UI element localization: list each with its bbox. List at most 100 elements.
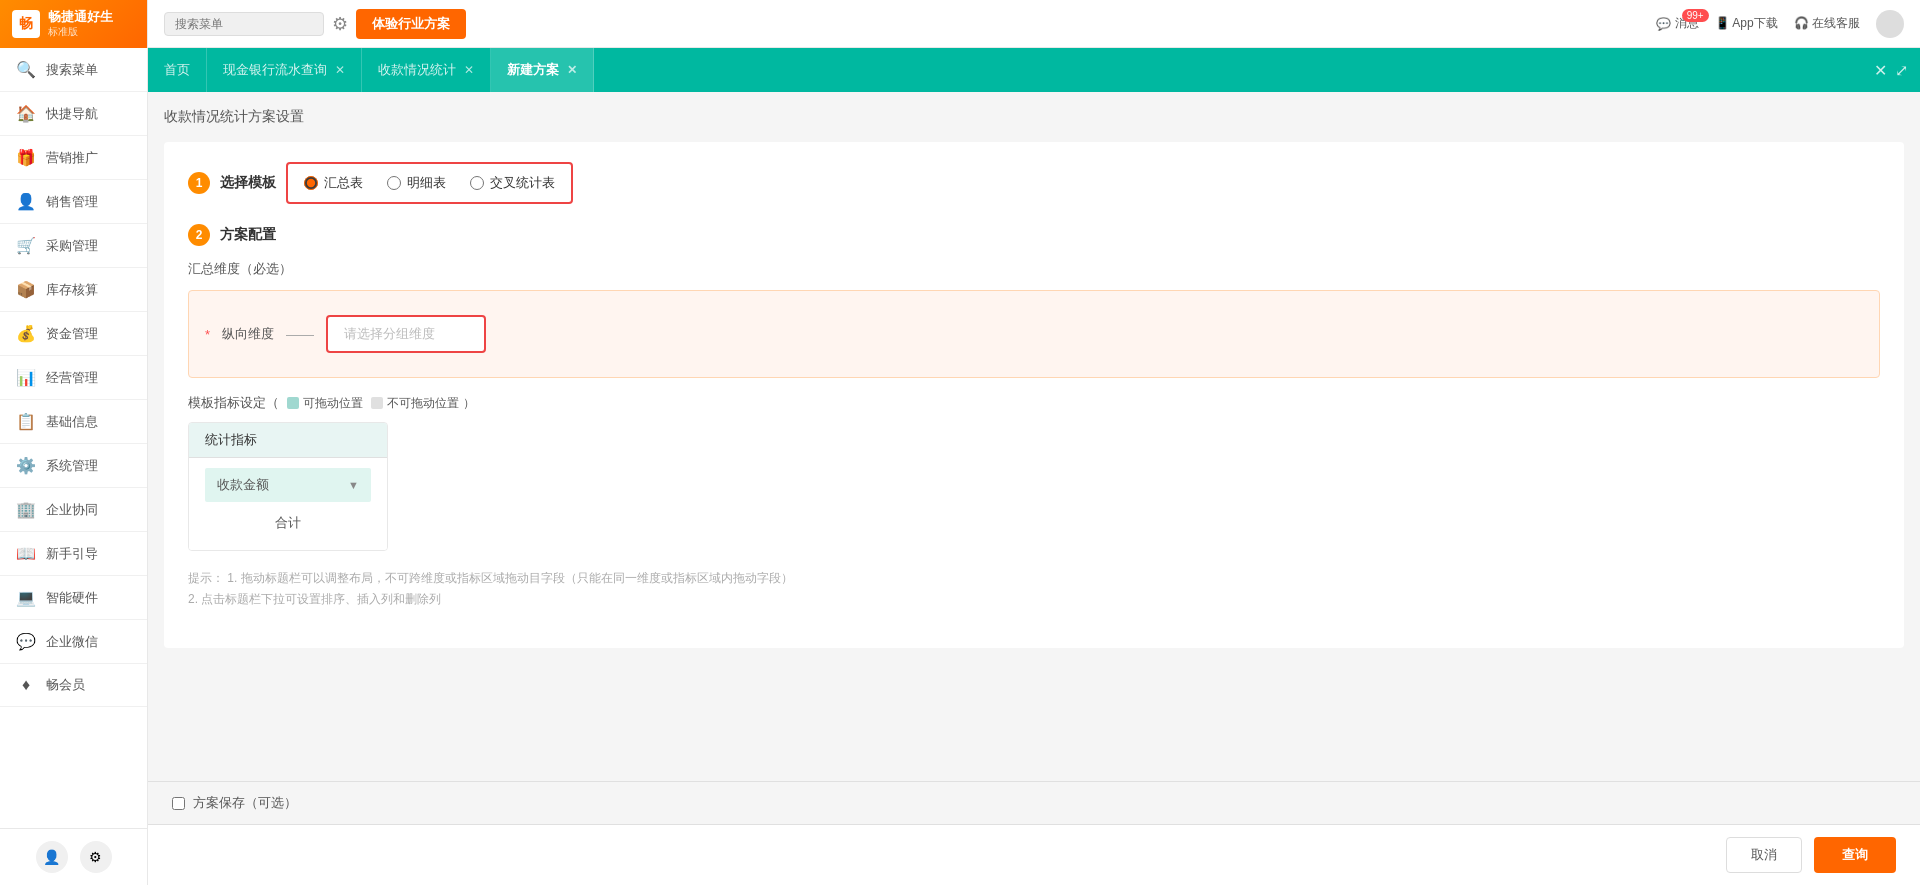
step1-title: 选择模板 (220, 174, 276, 192)
sidebar-item-wechat[interactable]: 💬 企业微信 (0, 620, 147, 664)
sidebar-item-sales[interactable]: 👤 销售管理 (0, 180, 147, 224)
metrics-header-label: 统计指标 (205, 431, 257, 449)
metrics-column-row[interactable]: 收款金额 ▼ (205, 468, 371, 502)
sidebar-item-label: 搜索菜单 (46, 61, 98, 79)
dimension-select-box[interactable]: 请选择分组维度 (326, 315, 486, 353)
search-menu-input[interactable] (164, 12, 324, 36)
dimension-row: * 纵向维度 —— 请选择分组维度 (205, 315, 1863, 353)
sidebar-item-operations[interactable]: 📊 经营管理 (0, 356, 147, 400)
sidebar-item-hardware[interactable]: 💻 智能硬件 (0, 576, 147, 620)
no-drag-indicator (371, 397, 383, 409)
content-area: 收款情况统计方案设置 1 选择模板 汇总表 (148, 92, 1920, 781)
drag-indicator (287, 397, 299, 409)
sidebar-item-marketing[interactable]: 🎁 营销推广 (0, 136, 147, 180)
sidebar-item-label: 系统管理 (46, 457, 98, 475)
purchase-icon: 🛒 (16, 236, 36, 255)
tab-bar: 首页 现金银行流水查询 ✕ 收款情况统计 ✕ 新建方案 ✕ ✕ ⤢ (148, 48, 1920, 92)
sidebar-item-label: 畅会员 (46, 676, 85, 694)
tips-section: 提示： 1. 拖动标题栏可以调整布局，不可跨维度或指标区域拖动目字段（只能在同一… (188, 570, 1880, 608)
tab-bank-flow-label: 现金银行流水查询 (223, 61, 327, 79)
radio-detail[interactable]: 明细表 (387, 174, 446, 192)
sidebar-item-quick-nav[interactable]: 🏠 快捷导航 (0, 92, 147, 136)
online-service-label: 在线客服 (1812, 16, 1860, 30)
query-button[interactable]: 查询 (1814, 837, 1896, 873)
user-info[interactable] (1876, 10, 1904, 38)
sidebar-item-basic-info[interactable]: 📋 基础信息 (0, 400, 147, 444)
app-download-link[interactable]: 📱 App下载 (1715, 15, 1778, 32)
search-menu-icon: 🔍 (16, 60, 36, 79)
sidebar-logo: 畅 畅捷通好生 标准版 (0, 0, 147, 48)
tab-home[interactable]: 首页 (148, 48, 207, 92)
tab-new-plan-label: 新建方案 (507, 61, 559, 79)
tab-new-plan-close[interactable]: ✕ (567, 63, 577, 77)
metrics-header-row: 模板指标设定（ 可拖动位置 不可拖动位置 ） (188, 394, 1880, 412)
sales-icon: 👤 (16, 192, 36, 211)
tab-receipt-stats[interactable]: 收款情况统计 ✕ (362, 48, 491, 92)
sidebar-item-member[interactable]: ♦ 畅会员 (0, 664, 147, 707)
metrics-table-body: 收款金额 ▼ 合计 (189, 458, 387, 550)
radio-summary-input[interactable] (304, 176, 318, 190)
hardware-icon: 💻 (16, 588, 36, 607)
step1-number: 1 (188, 172, 210, 194)
sidebar-nav: 🔍 搜索菜单 🏠 快捷导航 🎁 营销推广 👤 销售管理 🛒 采购管理 📦 库存核… (0, 48, 147, 828)
radio-cross-label: 交叉统计表 (490, 174, 555, 192)
save-checkbox-label[interactable]: 方案保存（可选） (172, 794, 297, 812)
radio-detail-label: 明细表 (407, 174, 446, 192)
step2-number: 2 (188, 224, 210, 246)
sidebar-item-label: 营销推广 (46, 149, 98, 167)
radio-detail-input[interactable] (387, 176, 401, 190)
sidebar-item-system[interactable]: ⚙️ 系统管理 (0, 444, 147, 488)
tab-bank-flow[interactable]: 现金银行流水查询 ✕ (207, 48, 362, 92)
sidebar-item-finance[interactable]: 💰 资金管理 (0, 312, 147, 356)
operations-icon: 📊 (16, 368, 36, 387)
tab-actions: ✕ ⤢ (1862, 61, 1920, 80)
dimension-placeholder: 请选择分组维度 (344, 326, 435, 341)
tab-minimize-icon[interactable]: ✕ (1874, 61, 1887, 80)
save-checkbox-text: 方案保存（可选） (193, 794, 297, 812)
tip-item-2: 2. 点击标题栏下拉可设置排序、插入列和删除列 (188, 591, 1880, 608)
sidebar-item-label: 智能硬件 (46, 589, 98, 607)
metrics-config: 模板指标设定（ 可拖动位置 不可拖动位置 ） (188, 394, 1880, 554)
sidebar-item-inventory[interactable]: 📦 库存核算 (0, 268, 147, 312)
radio-summary[interactable]: 汇总表 (304, 174, 363, 192)
metrics-dropdown-arrow[interactable]: ▼ (348, 479, 359, 491)
cancel-button[interactable]: 取消 (1726, 837, 1802, 873)
tip-item-1: 提示： 1. 拖动标题栏可以调整布局，不可跨维度或指标区域拖动目字段（只能在同一… (188, 570, 1880, 587)
sidebar-item-search-menu[interactable]: 🔍 搜索菜单 (0, 48, 147, 92)
guide-icon: 📖 (16, 544, 36, 563)
step1-header: 1 选择模板 汇总表 明细表 (188, 162, 1880, 204)
online-service-link[interactable]: 🎧 在线客服 (1794, 15, 1860, 32)
sidebar-item-label: 企业协同 (46, 501, 98, 519)
sidebar-item-guide[interactable]: 📖 新手引导 (0, 532, 147, 576)
tab-bank-flow-close[interactable]: ✕ (335, 63, 345, 77)
sidebar-item-label: 新手引导 (46, 545, 98, 563)
tab-home-label: 首页 (164, 61, 190, 79)
draggable-label: 可拖动位置 (303, 395, 363, 412)
member-icon: ♦ (16, 676, 36, 694)
sidebar-bottom: 👤 ⚙ (0, 828, 147, 885)
message-badge: 99+ (1682, 9, 1709, 22)
sidebar-item-enterprise[interactable]: 🏢 企业协同 (0, 488, 147, 532)
tab-new-plan[interactable]: 新建方案 ✕ (491, 48, 594, 92)
gear-icon[interactable]: ⚙ (332, 13, 348, 35)
sidebar-bottom-icon-1[interactable]: 👤 (36, 841, 68, 873)
trial-button[interactable]: 体验行业方案 (356, 9, 466, 39)
system-icon: ⚙️ (16, 456, 36, 475)
logo-icon: 畅 (12, 10, 40, 38)
message-button[interactable]: 💬 消息 99+ (1656, 15, 1699, 32)
metrics-row-name: 合计 (275, 515, 301, 530)
sidebar: 畅 畅捷通好生 标准版 🔍 搜索菜单 🏠 快捷导航 🎁 营销推广 👤 销售管理 … (0, 0, 148, 885)
save-checkbox-input[interactable] (172, 797, 185, 810)
dimension-row-label: 纵向维度 (222, 325, 274, 343)
metrics-column-name: 收款金额 (217, 476, 269, 494)
quick-nav-icon: 🏠 (16, 104, 36, 123)
sidebar-item-label: 库存核算 (46, 281, 98, 299)
tab-expand-icon[interactable]: ⤢ (1895, 61, 1908, 80)
metrics-row-total: 合计 (205, 506, 371, 540)
metrics-table-area: 统计指标 收款金额 ▼ 合计 (188, 422, 388, 551)
sidebar-item-purchase[interactable]: 🛒 采购管理 (0, 224, 147, 268)
tab-receipt-stats-close[interactable]: ✕ (464, 63, 474, 77)
sidebar-bottom-icon-2[interactable]: ⚙ (80, 841, 112, 873)
radio-cross-input[interactable] (470, 176, 484, 190)
radio-cross[interactable]: 交叉统计表 (470, 174, 555, 192)
